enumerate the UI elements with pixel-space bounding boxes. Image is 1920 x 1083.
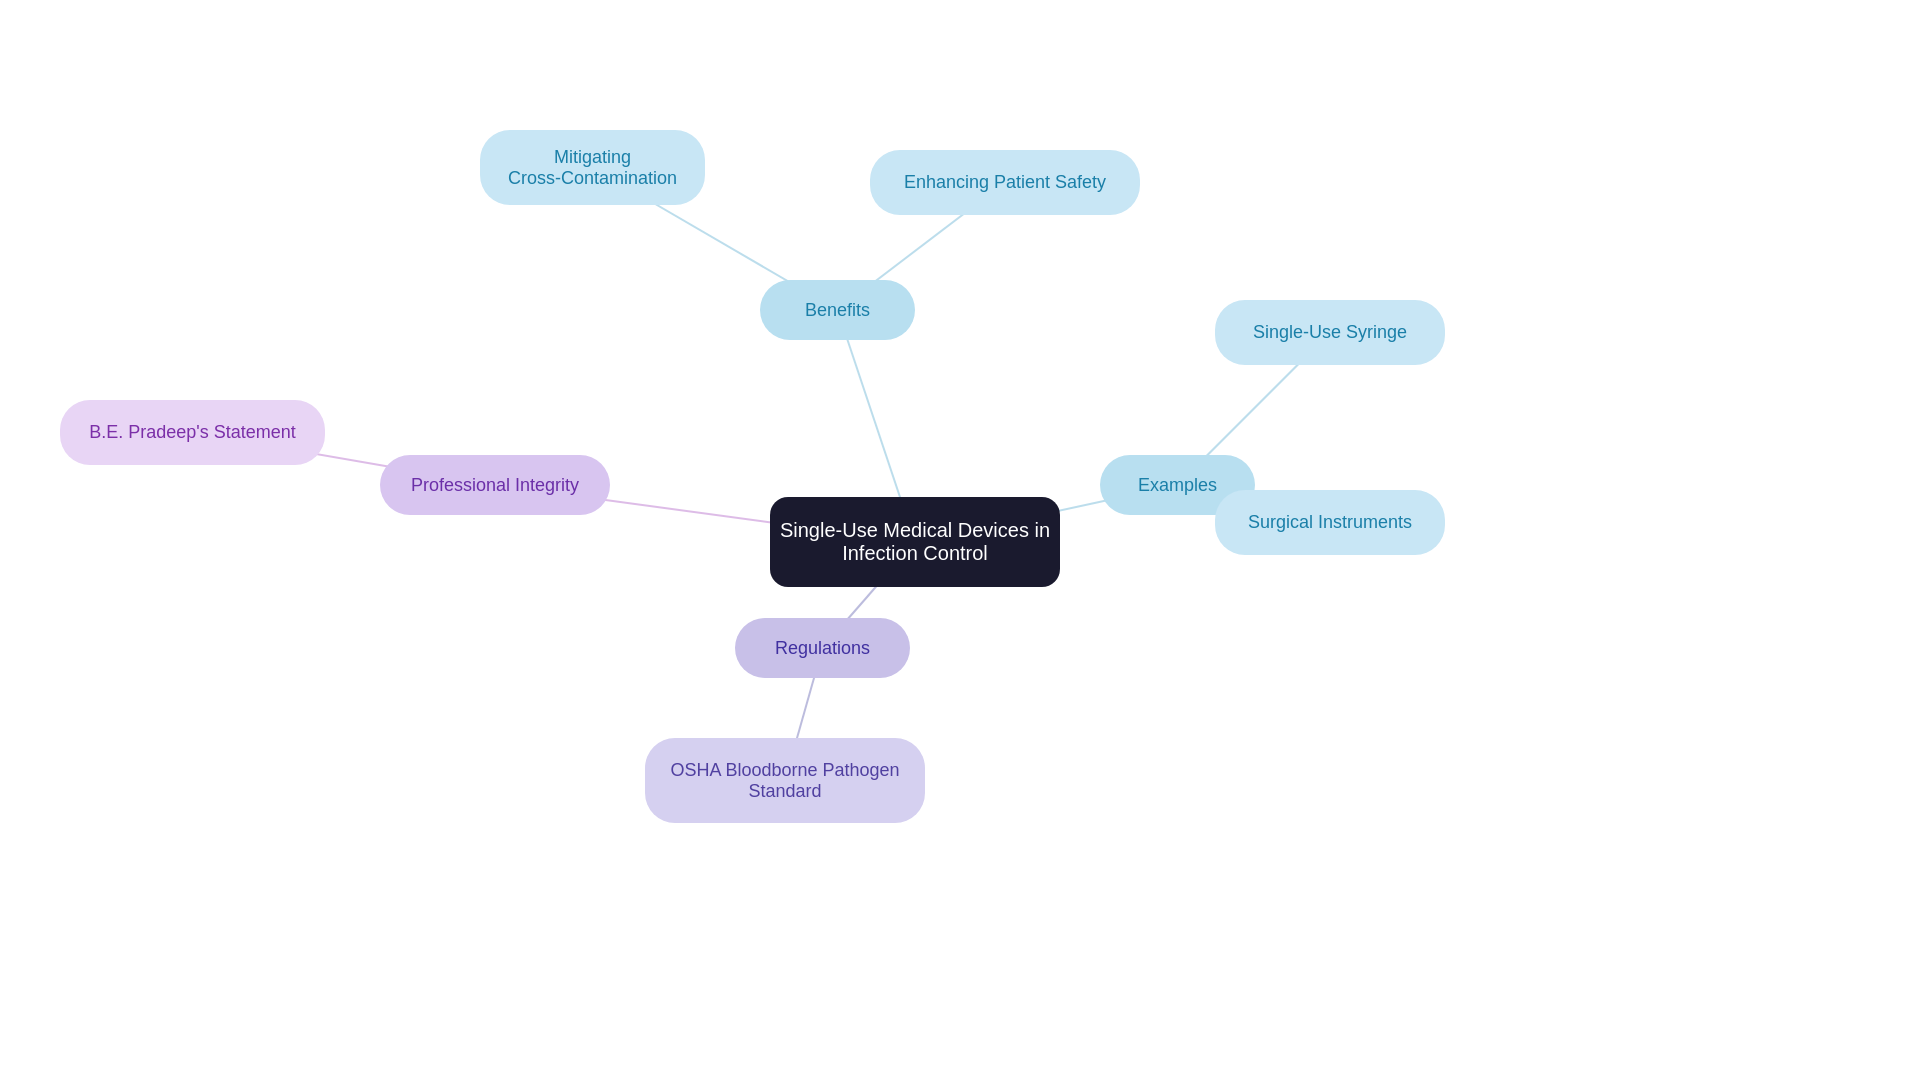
- mitigating-node[interactable]: Mitigating Cross-Contamination: [480, 130, 705, 205]
- professional-label: Professional Integrity: [411, 475, 579, 496]
- regulations-label: Regulations: [775, 638, 870, 659]
- pradeep-label: B.E. Pradeep's Statement: [89, 422, 296, 443]
- benefits-label: Benefits: [805, 300, 870, 321]
- osha-node[interactable]: OSHA Bloodborne Pathogen Standard: [645, 738, 925, 823]
- syringe-node[interactable]: Single-Use Syringe: [1215, 300, 1445, 365]
- surgical-node[interactable]: Surgical Instruments: [1215, 490, 1445, 555]
- syringe-label: Single-Use Syringe: [1253, 322, 1407, 343]
- surgical-label: Surgical Instruments: [1248, 512, 1412, 533]
- center-node[interactable]: Single-Use Medical Devices in Infection …: [770, 497, 1060, 587]
- regulations-node[interactable]: Regulations: [735, 618, 910, 678]
- professional-node[interactable]: Professional Integrity: [380, 455, 610, 515]
- center-label: Single-Use Medical Devices in Infection …: [780, 519, 1050, 565]
- benefits-node[interactable]: Benefits: [760, 280, 915, 340]
- mitigating-label: Mitigating Cross-Contamination: [508, 147, 677, 189]
- examples-label: Examples: [1138, 475, 1217, 496]
- enhancing-node[interactable]: Enhancing Patient Safety: [870, 150, 1140, 215]
- pradeep-node[interactable]: B.E. Pradeep's Statement: [60, 400, 325, 465]
- enhancing-label: Enhancing Patient Safety: [904, 172, 1106, 193]
- osha-label: OSHA Bloodborne Pathogen Standard: [670, 760, 899, 802]
